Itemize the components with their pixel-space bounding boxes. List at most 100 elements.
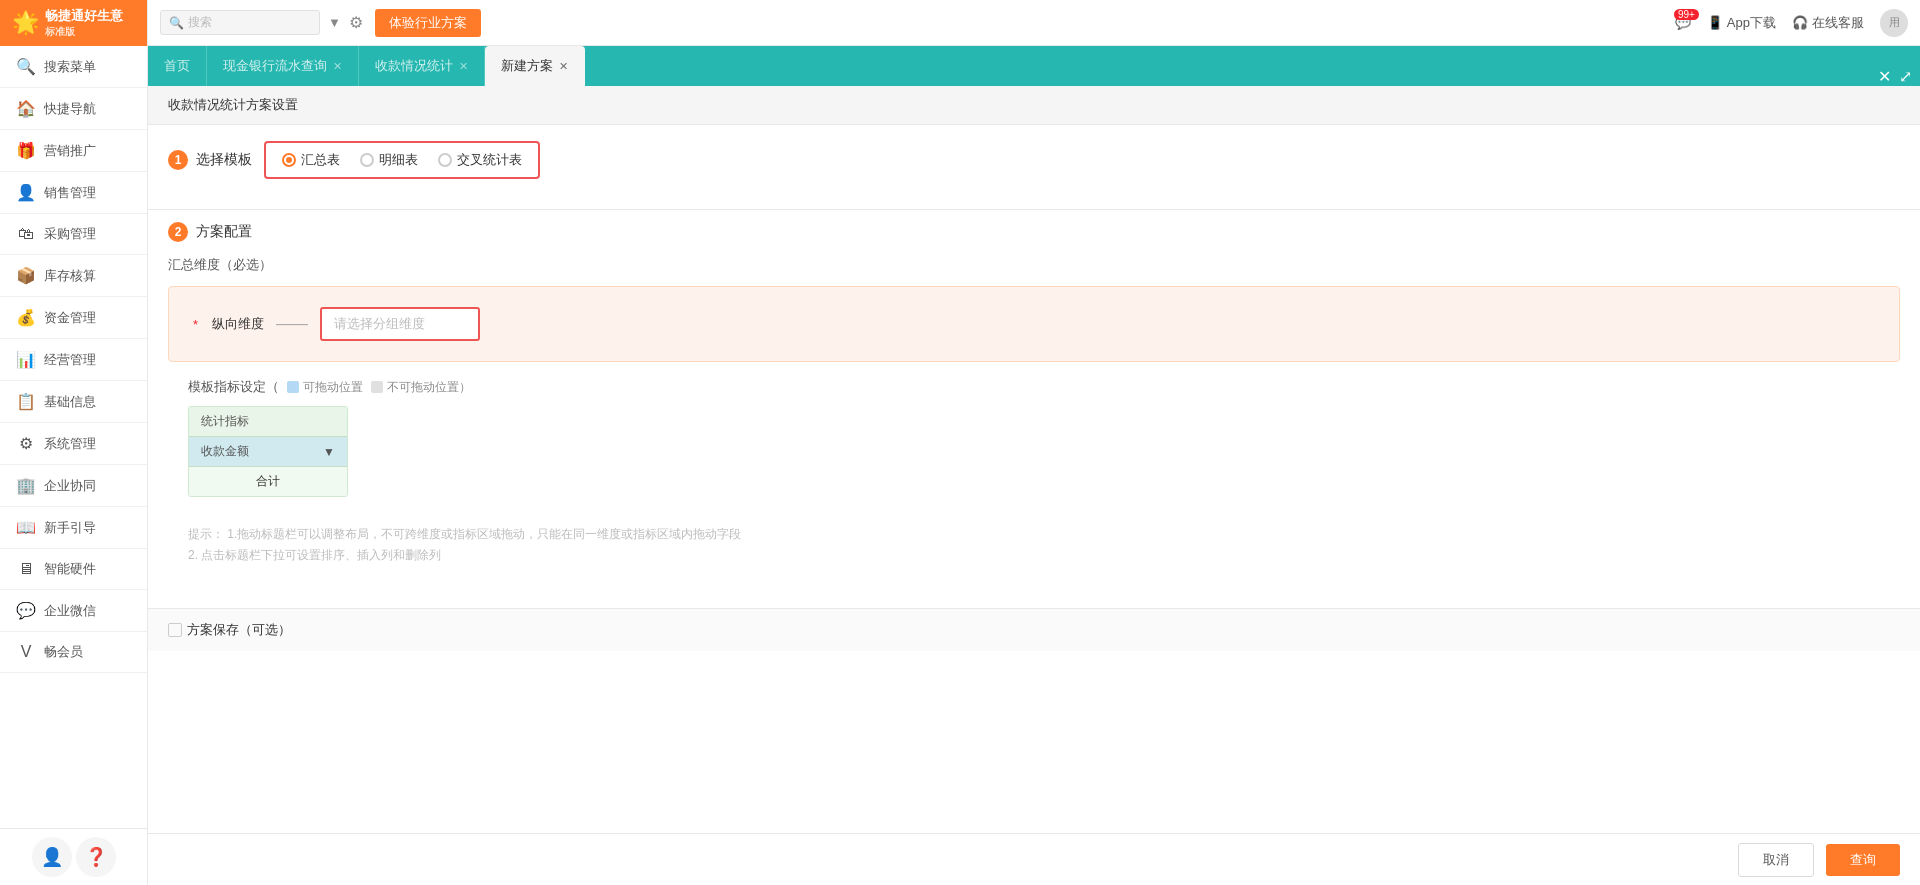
tab-bar-controls: ✕ ⤢ xyxy=(1870,67,1920,86)
sidebar-bottom: 👤 ❓ xyxy=(0,828,147,885)
sidebar-item-search[interactable]: 🔍 搜索菜单 xyxy=(0,46,147,88)
tab-collection-stats-label: 收款情况统计 xyxy=(375,57,453,75)
sidebar-item-management[interactable]: 📊 经营管理 xyxy=(0,339,147,381)
sidebar-item-system[interactable]: ⚙ 系统管理 xyxy=(0,423,147,465)
header: 🔍 搜索 ▼ ⚙ 体验行业方案 💬 99+ 📱 App下载 🎧 在线客服 用 xyxy=(148,0,1920,46)
gear-icon[interactable]: ⚙ xyxy=(349,13,363,32)
sidebar-item-guide[interactable]: 📖 新手引导 xyxy=(0,507,147,549)
sidebar-item-label: 畅会员 xyxy=(44,643,83,661)
radio-crosstab[interactable]: 交叉统计表 xyxy=(438,151,522,169)
sidebar-item-label: 企业协同 xyxy=(44,477,96,495)
sidebar-item-label: 新手引导 xyxy=(44,519,96,537)
nondraggable-label: 不可拖动位置） xyxy=(387,379,471,396)
required-star: * xyxy=(193,317,198,332)
sidebar-item-inventory[interactable]: 📦 库存核算 xyxy=(0,255,147,297)
tab-home-label: 首页 xyxy=(164,57,190,75)
content-area: 收款情况统计方案设置 1 选择模板 汇总表 明细表 xyxy=(148,86,1920,833)
dropdown-arrow[interactable]: ▼ xyxy=(328,15,341,30)
sidebar-item-hardware[interactable]: 🖥 智能硬件 xyxy=(0,549,147,590)
box-icon: 📦 xyxy=(16,266,36,285)
metric-table: 统计指标 收款金额 ▼ 合计 xyxy=(188,406,348,497)
tab-collection-stats[interactable]: 收款情况统计 ✕ xyxy=(359,46,485,86)
hint1: 提示： 1.拖动标题栏可以调整布局，不可跨维度或指标区域拖动，只能在同一维度或指… xyxy=(188,526,1880,543)
sidebar-item-nav[interactable]: 🏠 快捷导航 xyxy=(0,88,147,130)
chart-icon: 📊 xyxy=(16,350,36,369)
nondraggable-legend: 不可拖动位置） xyxy=(371,379,471,396)
metrics-section: 模板指标设定（ 可拖动位置 不可拖动位置） 统计指标 xyxy=(168,378,1900,516)
tab-cash-flow-close[interactable]: ✕ xyxy=(333,60,342,73)
save-checkbox-box[interactable] xyxy=(168,623,182,637)
metric-table-header: 统计指标 xyxy=(189,407,347,437)
tab-collection-stats-close[interactable]: ✕ xyxy=(459,60,468,73)
tab-new-plan[interactable]: 新建方案 ✕ xyxy=(485,46,585,86)
sidebar-item-label: 系统管理 xyxy=(44,435,96,453)
metric-name: 收款金额 xyxy=(201,443,249,460)
industry-solution-button[interactable]: 体验行业方案 xyxy=(375,9,481,37)
sidebar-item-label: 库存核算 xyxy=(44,267,96,285)
radio-crosstab-label: 交叉统计表 xyxy=(457,151,522,169)
sidebar-item-label: 企业微信 xyxy=(44,602,96,620)
tab-cash-flow[interactable]: 现金银行流水查询 ✕ xyxy=(207,46,359,86)
query-button[interactable]: 查询 xyxy=(1826,844,1900,876)
close-window-icon[interactable]: ✕ xyxy=(1878,67,1891,86)
page-header: 收款情况统计方案设置 xyxy=(148,86,1920,125)
online-service-item[interactable]: 🎧 在线客服 xyxy=(1792,14,1864,32)
save-checkbox-label: 方案保存（可选） xyxy=(187,621,291,639)
sidebar-item-member[interactable]: V 畅会员 xyxy=(0,632,147,673)
sidebar-item-label: 搜索菜单 xyxy=(44,58,96,76)
radio-detail-label: 明细表 xyxy=(379,151,418,169)
avatar-text: 用 xyxy=(1889,15,1900,30)
metric-name-row[interactable]: 收款金额 ▼ xyxy=(189,437,347,467)
dimension-dropdown[interactable]: 请选择分组维度 xyxy=(320,307,480,341)
sidebar-item-collab[interactable]: 🏢 企业协同 xyxy=(0,465,147,507)
sidebar-item-finance[interactable]: 💰 资金管理 xyxy=(0,297,147,339)
enterprise-icon: 🏢 xyxy=(16,476,36,495)
metric-dropdown-icon: ▼ xyxy=(323,445,335,459)
row-dimension-label: 纵向维度 xyxy=(212,315,264,333)
tab-home[interactable]: 首页 xyxy=(148,46,207,86)
step2-header: 2 方案配置 xyxy=(168,222,1900,242)
settings-icon: ⚙ xyxy=(16,434,36,453)
template-select-box: 汇总表 明细表 交叉统计表 xyxy=(264,141,540,179)
sidebar-item-purchase[interactable]: 🛍 采购管理 xyxy=(0,214,147,255)
metrics-label-text: 模板指标设定（ xyxy=(188,378,279,396)
download-label: App下载 xyxy=(1727,14,1776,32)
sidebar-item-label: 智能硬件 xyxy=(44,560,96,578)
radio-summary-label: 汇总表 xyxy=(301,151,340,169)
sidebar-help-btn[interactable]: ❓ xyxy=(76,837,116,877)
info-icon: 📋 xyxy=(16,392,36,411)
sidebar-item-basic[interactable]: 📋 基础信息 xyxy=(0,381,147,423)
sidebar-item-wechat[interactable]: 💬 企业微信 xyxy=(0,590,147,632)
draggable-dot xyxy=(287,381,299,393)
draggable-legend: 可拖动位置 xyxy=(287,379,363,396)
cancel-button[interactable]: 取消 xyxy=(1738,843,1814,877)
maximize-icon[interactable]: ⤢ xyxy=(1899,67,1912,86)
header-search[interactable]: 🔍 搜索 xyxy=(160,10,320,35)
user-icon: 👤 xyxy=(16,183,36,202)
radio-summary-circle xyxy=(282,153,296,167)
radio-summary[interactable]: 汇总表 xyxy=(282,151,340,169)
draggable-label: 可拖动位置 xyxy=(303,379,363,396)
sidebar-item-marketing[interactable]: 🎁 营销推广 xyxy=(0,130,147,172)
dimension-section-label: 汇总维度（必选） xyxy=(168,256,1900,274)
sidebar-item-sales[interactable]: 👤 销售管理 xyxy=(0,172,147,214)
app-download-item[interactable]: 📱 App下载 xyxy=(1707,14,1776,32)
tab-cash-flow-label: 现金银行流水查询 xyxy=(223,57,327,75)
avatar[interactable]: 用 xyxy=(1880,9,1908,37)
hardware-icon: 🖥 xyxy=(16,560,36,578)
message-icon[interactable]: 💬 99+ xyxy=(1675,15,1691,30)
logo-text: 畅捷通好生意 xyxy=(45,7,123,25)
stats-label: 统计指标 xyxy=(201,413,249,430)
money-icon: 💰 xyxy=(16,308,36,327)
sidebar-item-label: 销售管理 xyxy=(44,184,96,202)
message-badge: 99+ xyxy=(1674,9,1699,20)
metric-total-row: 合计 xyxy=(189,467,347,496)
sidebar-item-label: 经营管理 xyxy=(44,351,96,369)
tab-new-plan-close[interactable]: ✕ xyxy=(559,60,568,73)
sidebar-user-btn[interactable]: 👤 xyxy=(32,837,72,877)
search-icon: 🔍 xyxy=(16,57,36,76)
logo-badge: 标准版 xyxy=(45,25,123,39)
save-checkbox[interactable]: 方案保存（可选） xyxy=(168,621,291,639)
sidebar-item-label: 基础信息 xyxy=(44,393,96,411)
radio-detail[interactable]: 明细表 xyxy=(360,151,418,169)
